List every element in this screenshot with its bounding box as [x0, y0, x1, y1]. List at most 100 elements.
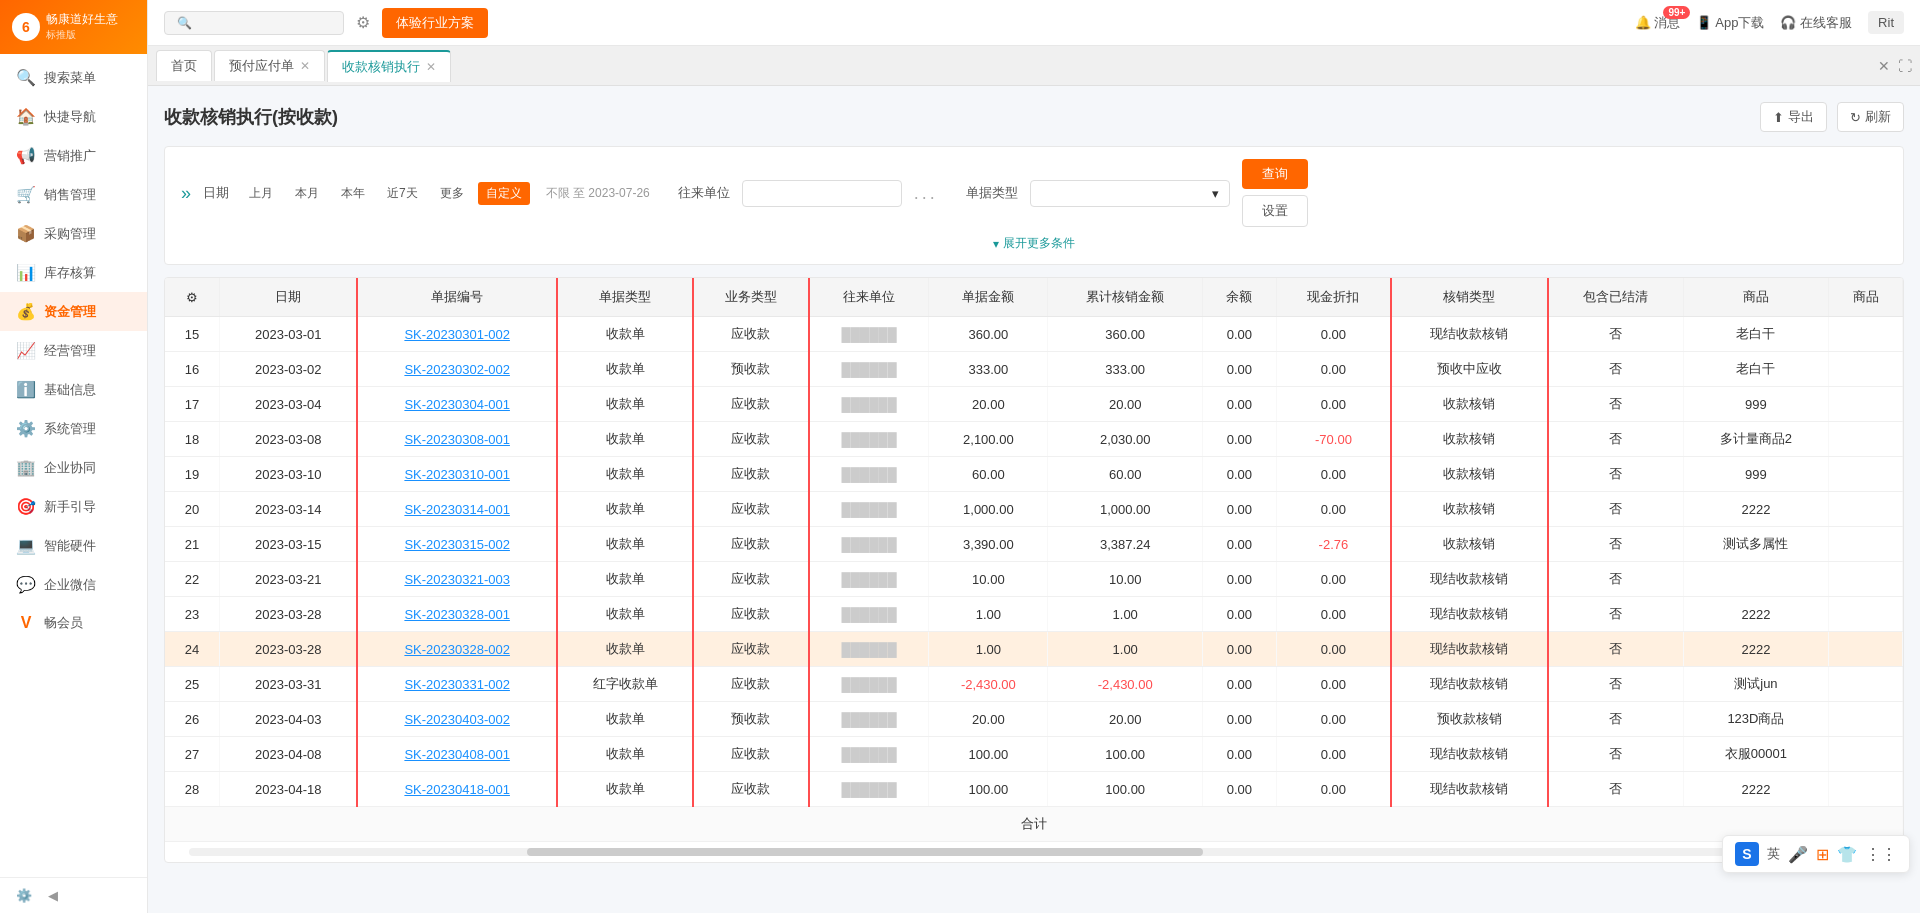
- col-writeoff-type: 核销类型: [1391, 278, 1547, 317]
- app-download[interactable]: 📱 App下载: [1696, 14, 1764, 32]
- topbar-search-box[interactable]: 🔍: [164, 11, 344, 35]
- cell-8: 0.00: [1203, 702, 1277, 737]
- table-header-row: ⚙ 日期 单据编号 单据类型 业务类型 往来单位 单据金额 累计核销金额 余额 …: [165, 278, 1903, 317]
- grid-icon[interactable]: ⊞: [1816, 845, 1829, 864]
- marketing-icon: 📢: [16, 146, 36, 165]
- refresh-button[interactable]: ↻ 刷新: [1837, 102, 1904, 132]
- tab-fullscreen-icon[interactable]: ⛶: [1898, 58, 1912, 74]
- cell-0: 26: [165, 702, 220, 737]
- query-button[interactable]: 查询: [1242, 159, 1308, 189]
- cell-3: 收款单: [557, 772, 693, 807]
- user-account[interactable]: Rit: [1868, 11, 1904, 34]
- cell-2[interactable]: SK-20230321-003: [357, 562, 557, 597]
- topbar-gear-icon[interactable]: ⚙: [356, 13, 370, 32]
- mic-icon[interactable]: 🎤: [1788, 845, 1808, 864]
- sidebar-item-finance[interactable]: 💰 资金管理: [0, 292, 147, 331]
- cell-2[interactable]: SK-20230408-001: [357, 737, 557, 772]
- sidebar-item-system[interactable]: ⚙️ 系统管理: [0, 409, 147, 448]
- cell-1: 2023-03-28: [220, 632, 358, 667]
- sales-icon: 🛒: [16, 185, 36, 204]
- cell-2[interactable]: SK-20230328-001: [357, 597, 557, 632]
- filter-expand-arrow[interactable]: »: [181, 183, 191, 204]
- guide-icon: 🎯: [16, 497, 36, 516]
- sidebar-label-basic: 基础信息: [44, 381, 96, 399]
- cell-1: 2023-03-31: [220, 667, 358, 702]
- sidebar-item-operation[interactable]: 📈 经营管理: [0, 331, 147, 370]
- cell-2[interactable]: SK-20230403-002: [357, 702, 557, 737]
- filter-partner-input[interactable]: [742, 180, 902, 207]
- tab-prepay[interactable]: 预付应付单 ✕: [214, 50, 325, 81]
- cell-11: 否: [1548, 667, 1683, 702]
- tab-prepay-close[interactable]: ✕: [300, 59, 310, 73]
- cell-4: 应收款: [693, 527, 809, 562]
- sidebar-item-quick-nav[interactable]: 🏠 快捷导航: [0, 97, 147, 136]
- shirt-icon[interactable]: 👕: [1837, 845, 1857, 864]
- cell-12: 999: [1683, 457, 1829, 492]
- sidebar-item-search[interactable]: 🔍 搜索菜单: [0, 58, 147, 97]
- cell-2[interactable]: SK-20230308-001: [357, 422, 557, 457]
- s-icon[interactable]: S: [1735, 842, 1759, 866]
- sidebar-item-sales[interactable]: 🛒 销售管理: [0, 175, 147, 214]
- cell-7: 100.00: [1048, 772, 1203, 807]
- tab-close-all-icon[interactable]: ✕: [1878, 58, 1890, 74]
- cell-11: 否: [1548, 562, 1683, 597]
- cell-8: 0.00: [1203, 597, 1277, 632]
- notice-button[interactable]: 🔔 消息 99+: [1635, 14, 1681, 32]
- cell-1: 2023-03-02: [220, 352, 358, 387]
- date-opt-lastmonth[interactable]: 上月: [241, 182, 281, 205]
- sidebar-item-purchase[interactable]: 📦 采购管理: [0, 214, 147, 253]
- horizontal-scrollbar[interactable]: [189, 848, 1879, 856]
- filter-bill-type-select[interactable]: ▾: [1030, 180, 1230, 207]
- cell-7: 3,387.24: [1048, 527, 1203, 562]
- cell-2[interactable]: SK-20230315-002: [357, 527, 557, 562]
- cell-13: [1829, 352, 1903, 387]
- date-opt-more[interactable]: 更多: [432, 182, 472, 205]
- basic-icon: ℹ️: [16, 380, 36, 399]
- sidebar-item-inventory[interactable]: 📊 库存核算: [0, 253, 147, 292]
- expand-btn[interactable]: ▾ 展开更多条件: [993, 235, 1075, 252]
- sidebar-item-basic[interactable]: ℹ️ 基础信息: [0, 370, 147, 409]
- cell-2[interactable]: SK-20230331-002: [357, 667, 557, 702]
- sidebar-item-corp[interactable]: 🏢 企业协同: [0, 448, 147, 487]
- cell-2[interactable]: SK-20230304-001: [357, 387, 557, 422]
- cell-7: 1.00: [1048, 632, 1203, 667]
- tab-home[interactable]: 首页: [156, 50, 212, 81]
- cell-2[interactable]: SK-20230418-001: [357, 772, 557, 807]
- collapse-icon[interactable]: ◀: [48, 888, 58, 903]
- cell-4: 应收款: [693, 387, 809, 422]
- cell-1: 2023-04-08: [220, 737, 358, 772]
- sidebar-item-hardware[interactable]: 💻 智能硬件: [0, 526, 147, 565]
- sidebar-label-search: 搜索菜单: [44, 69, 96, 87]
- date-opt-thisyear[interactable]: 本年: [333, 182, 373, 205]
- cell-2[interactable]: SK-20230328-002: [357, 632, 557, 667]
- col-discount: 现金折扣: [1276, 278, 1391, 317]
- cell-2[interactable]: SK-20230301-002: [357, 317, 557, 352]
- english-icon[interactable]: 英: [1767, 845, 1780, 863]
- table-row: 162023-03-02SK-20230302-002收款单预收款██████3…: [165, 352, 1903, 387]
- cell-2[interactable]: SK-20230310-001: [357, 457, 557, 492]
- sidebar-item-wechat[interactable]: 💬 企业微信: [0, 565, 147, 604]
- apps-icon[interactable]: ⋮⋮: [1865, 845, 1897, 864]
- export-button[interactable]: ⬆ 导出: [1760, 102, 1827, 132]
- cell-2[interactable]: SK-20230314-001: [357, 492, 557, 527]
- col-config[interactable]: ⚙: [165, 278, 220, 317]
- online-service[interactable]: 🎧 在线客服: [1780, 14, 1852, 32]
- cell-2[interactable]: SK-20230302-002: [357, 352, 557, 387]
- cell-4: 应收款: [693, 632, 809, 667]
- date-opt-custom[interactable]: 自定义: [478, 182, 530, 205]
- tab-receivable-close[interactable]: ✕: [426, 60, 436, 74]
- sidebar-item-member[interactable]: V 畅会员: [0, 604, 147, 642]
- date-opt-thismonth[interactable]: 本月: [287, 182, 327, 205]
- cell-13: [1829, 527, 1903, 562]
- sidebar-item-guide[interactable]: 🎯 新手引导: [0, 487, 147, 526]
- settings-button[interactable]: 设置: [1242, 195, 1308, 227]
- cell-10: 现结收款核销: [1391, 667, 1547, 702]
- cell-13: [1829, 317, 1903, 352]
- tab-receivable[interactable]: 收款核销执行 ✕: [327, 50, 451, 82]
- settings-icon[interactable]: ⚙️: [16, 888, 32, 903]
- date-opt-7days[interactable]: 近7天: [379, 182, 426, 205]
- solution-button[interactable]: 体验行业方案: [382, 8, 488, 38]
- cell-10: 预收款核销: [1391, 702, 1547, 737]
- sidebar-item-marketing[interactable]: 📢 营销推广: [0, 136, 147, 175]
- scroll-thumb[interactable]: [527, 848, 1203, 856]
